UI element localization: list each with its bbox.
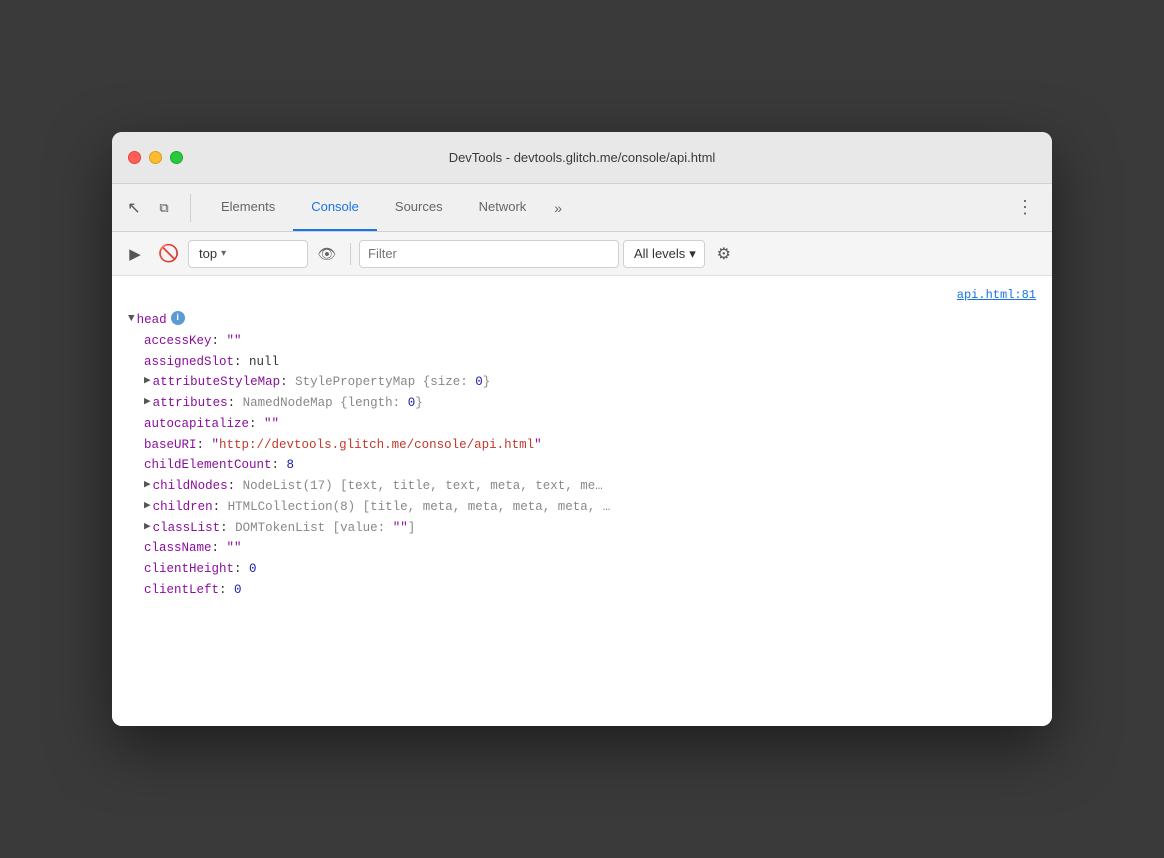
tab-menu-btn[interactable]: ⋮ <box>1006 197 1044 218</box>
play-btn[interactable]: ▶ <box>120 239 150 269</box>
close-button[interactable] <box>128 151 141 164</box>
list-item: childElementCount: 8 <box>112 455 1052 476</box>
eye-icon: 👁 <box>317 245 336 263</box>
tab-bar: ↖ ⧉ Elements Console Sources Network » <box>112 184 1052 232</box>
file-link[interactable]: api.html:81 <box>112 284 1052 310</box>
settings-btn[interactable]: ⚙ <box>709 239 739 269</box>
expand-arrow[interactable]: ▶ <box>144 498 151 515</box>
console-output: api.html:81 ▼ head i accessKey: "" assig… <box>112 276 1052 726</box>
three-dots-icon: ⋮ <box>1016 197 1034 218</box>
tab-more-btn[interactable]: » <box>544 184 572 231</box>
console-toolbar: ▶ 🚫 top ▾ 👁 All levels ▾ ⚙ <box>112 232 1052 276</box>
list-item: ▶ classList: DOMTokenList [value: ""] <box>112 518 1052 539</box>
context-selector[interactable]: top ▾ <box>188 240 308 268</box>
toolbar-divider <box>350 243 351 265</box>
level-selector[interactable]: All levels ▾ <box>623 240 705 268</box>
devtools-window: DevTools - devtools.glitch.me/console/ap… <box>112 132 1052 726</box>
window-title: DevTools - devtools.glitch.me/console/ap… <box>449 150 716 165</box>
list-item: clientHeight: 0 <box>112 559 1052 580</box>
expand-arrow[interactable]: ▼ <box>128 311 135 328</box>
cursor-icon-btn[interactable]: ↖ <box>120 194 148 222</box>
tab-sources[interactable]: Sources <box>377 184 461 231</box>
layers-icon-btn[interactable]: ⧉ <box>150 194 178 222</box>
context-label: top <box>199 246 217 261</box>
expand-arrow[interactable]: ▶ <box>144 394 151 411</box>
layers-icon: ⧉ <box>159 200 168 216</box>
list-item: accessKey: "" <box>112 331 1052 352</box>
list-item: clientLeft: 0 <box>112 580 1052 601</box>
list-item: assignedSlot: null <box>112 352 1052 373</box>
eye-btn[interactable]: 👁 <box>312 239 342 269</box>
level-chevron-icon: ▾ <box>689 246 696 262</box>
gear-icon: ⚙ <box>717 244 731 264</box>
cursor-icon: ↖ <box>127 198 140 218</box>
minimize-button[interactable] <box>149 151 162 164</box>
level-label: All levels <box>634 246 685 261</box>
root-object-name: head <box>137 311 167 330</box>
list-item: ▶ attributes: NamedNodeMap {length: 0} <box>112 393 1052 414</box>
console-root-line: ▼ head i <box>112 310 1052 331</box>
expand-arrow[interactable]: ▶ <box>144 373 151 390</box>
chevron-down-icon: ▾ <box>221 248 226 259</box>
list-item: ▶ attributeStyleMap: StylePropertyMap {s… <box>112 372 1052 393</box>
ban-btn[interactable]: 🚫 <box>154 239 184 269</box>
ban-icon: 🚫 <box>158 244 179 264</box>
tab-console[interactable]: Console <box>293 184 377 231</box>
expand-arrow[interactable]: ▶ <box>144 519 151 536</box>
list-item: autocapitalize: "" <box>112 414 1052 435</box>
list-item: ▶ childNodes: NodeList(17) [text, title,… <box>112 476 1052 497</box>
list-item: baseURI: "http://devtools.glitch.me/cons… <box>112 435 1052 456</box>
filter-input[interactable] <box>359 240 619 268</box>
play-icon: ▶ <box>129 245 141 263</box>
tab-network[interactable]: Network <box>461 184 545 231</box>
list-item: className: "" <box>112 538 1052 559</box>
tabs: Elements Console Sources Network » <box>203 184 605 231</box>
title-bar: DevTools - devtools.glitch.me/console/ap… <box>112 132 1052 184</box>
expand-arrow[interactable]: ▶ <box>144 477 151 494</box>
traffic-lights <box>128 151 183 164</box>
tab-elements[interactable]: Elements <box>203 184 293 231</box>
info-icon[interactable]: i <box>171 311 185 325</box>
list-item: ▶ children: HTMLCollection(8) [title, me… <box>112 497 1052 518</box>
maximize-button[interactable] <box>170 151 183 164</box>
tab-icons: ↖ ⧉ <box>120 194 191 222</box>
